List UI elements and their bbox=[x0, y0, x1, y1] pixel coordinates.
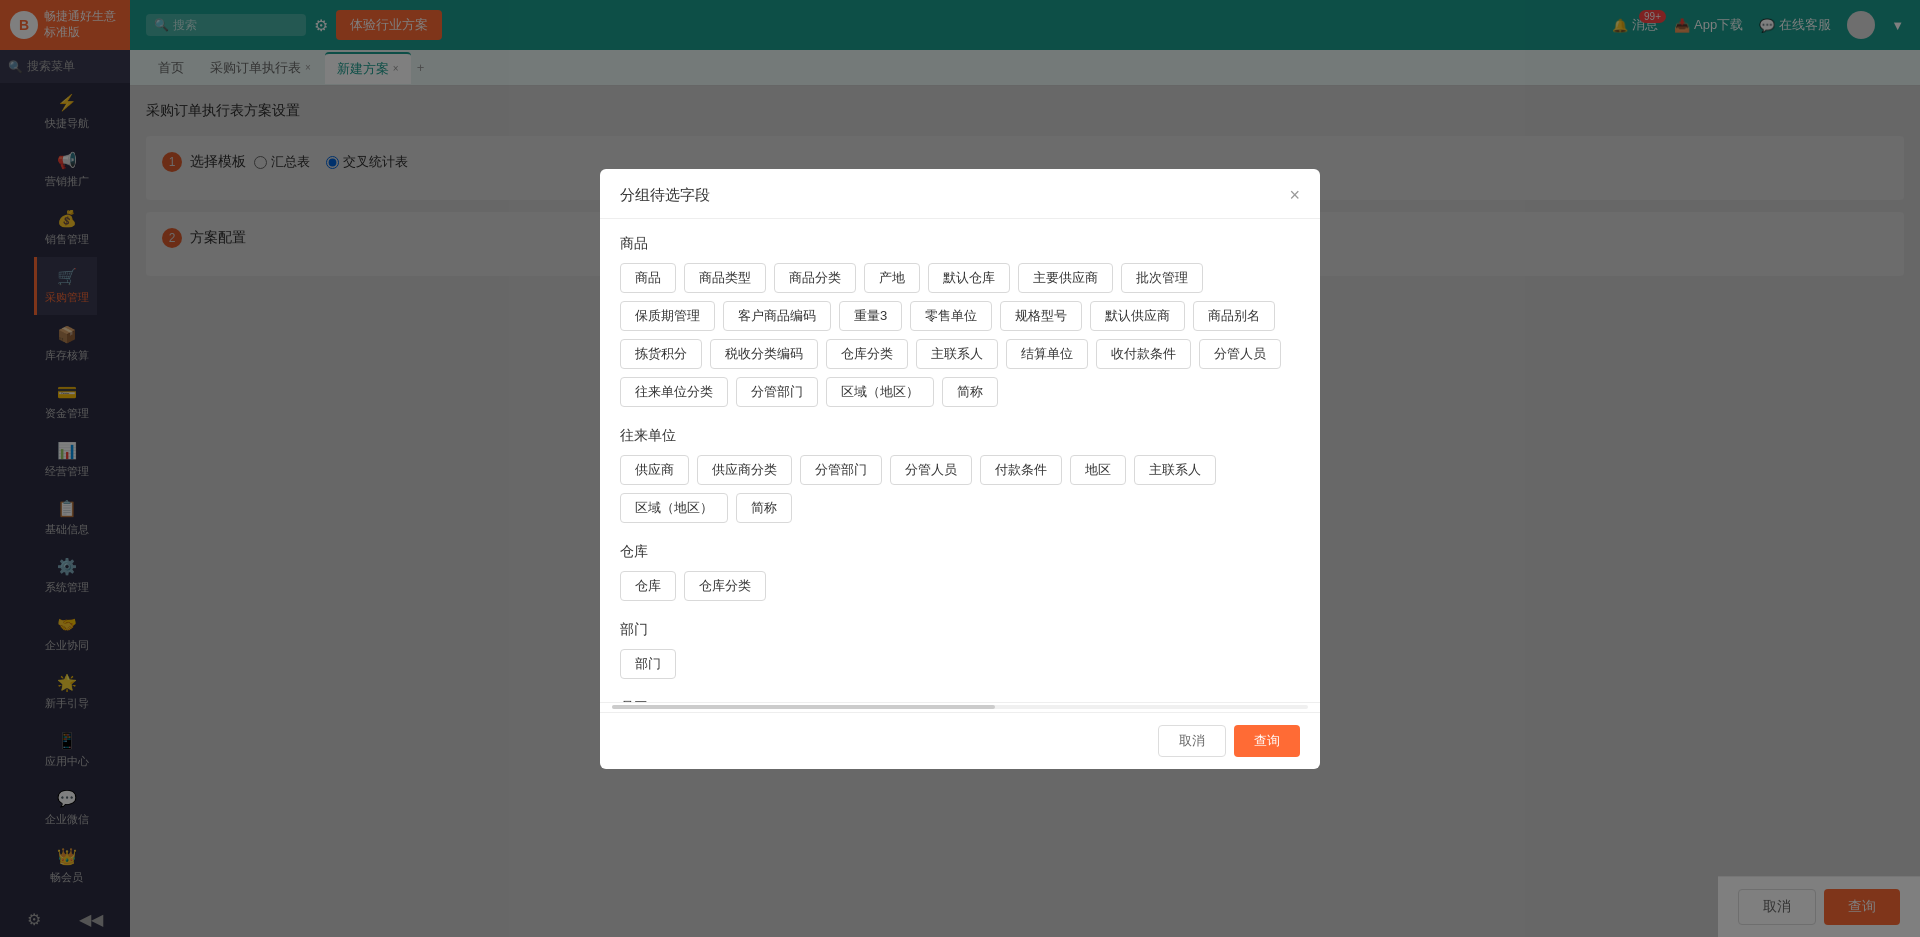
field-tag[interactable]: 税收分类编码 bbox=[710, 339, 818, 369]
field-tag[interactable]: 保质期管理 bbox=[620, 301, 715, 331]
field-tag[interactable]: 商品类型 bbox=[684, 263, 766, 293]
field-group-title-partner: 往来单位 bbox=[620, 427, 1300, 445]
field-tag[interactable]: 分管人员 bbox=[890, 455, 972, 485]
field-tag[interactable]: 主要供应商 bbox=[1018, 263, 1113, 293]
modal-title: 分组待选字段 bbox=[620, 186, 710, 205]
field-tag[interactable]: 分管部门 bbox=[736, 377, 818, 407]
field-tag[interactable]: 区域（地区） bbox=[826, 377, 934, 407]
field-tag[interactable]: 默认供应商 bbox=[1090, 301, 1185, 331]
modal-footer: 取消 查询 bbox=[600, 712, 1320, 769]
field-group-partner: 往来单位供应商供应商分类分管部门分管人员付款条件地区主联系人区域（地区） 简称 bbox=[620, 427, 1300, 523]
field-group-department: 部门部门 bbox=[620, 621, 1300, 679]
field-tag[interactable]: 重量3 bbox=[839, 301, 902, 331]
field-group-title-warehouse: 仓库 bbox=[620, 543, 1300, 561]
field-tag[interactable]: 客户商品编码 bbox=[723, 301, 831, 331]
modal-header: 分组待选字段 × bbox=[600, 169, 1320, 219]
field-tag[interactable]: 主联系人 bbox=[1134, 455, 1216, 485]
field-tag[interactable]: 批次管理 bbox=[1121, 263, 1203, 293]
field-tag[interactable]: 商品别名 bbox=[1193, 301, 1275, 331]
field-tag[interactable]: 部门 bbox=[620, 649, 676, 679]
field-tag[interactable]: 地区 bbox=[1070, 455, 1126, 485]
field-tag[interactable]: 零售单位 bbox=[910, 301, 992, 331]
field-tag[interactable]: 默认仓库 bbox=[928, 263, 1010, 293]
field-tag[interactable]: 规格型号 bbox=[1000, 301, 1082, 331]
field-tag[interactable]: 简称 bbox=[736, 493, 792, 523]
field-tag[interactable]: 商品分类 bbox=[774, 263, 856, 293]
modal-body: 商品商品商品类型商品分类产地默认仓库主要供应商批次管理保质期管理客户商品编码重量… bbox=[600, 219, 1320, 703]
field-tag[interactable]: 分管人员 bbox=[1199, 339, 1281, 369]
field-tag[interactable]: 分管部门 bbox=[800, 455, 882, 485]
field-tag[interactable]: 简称 bbox=[942, 377, 998, 407]
field-tags-product: 商品商品类型商品分类产地默认仓库主要供应商批次管理保质期管理客户商品编码重量3 零… bbox=[620, 263, 1300, 407]
field-tag[interactable]: 仓库分类 bbox=[684, 571, 766, 601]
field-tag[interactable]: 供应商 bbox=[620, 455, 689, 485]
field-tag[interactable]: 收付款条件 bbox=[1096, 339, 1191, 369]
modal-cancel-btn[interactable]: 取消 bbox=[1158, 725, 1226, 757]
field-tag[interactable]: 主联系人 bbox=[916, 339, 998, 369]
field-select-modal: 分组待选字段 × 商品商品商品类型商品分类产地默认仓库主要供应商批次管理保质期管… bbox=[600, 169, 1320, 769]
modal-close-btn[interactable]: × bbox=[1289, 185, 1300, 206]
field-tag[interactable]: 供应商分类 bbox=[697, 455, 792, 485]
field-tag[interactable]: 往来单位分类 bbox=[620, 377, 728, 407]
field-tag[interactable]: 仓库 bbox=[620, 571, 676, 601]
modal-overlay[interactable]: 分组待选字段 × 商品商品商品类型商品分类产地默认仓库主要供应商批次管理保质期管… bbox=[0, 0, 1920, 937]
field-group-product: 商品商品商品类型商品分类产地默认仓库主要供应商批次管理保质期管理客户商品编码重量… bbox=[620, 235, 1300, 407]
field-tag[interactable]: 拣货积分 bbox=[620, 339, 702, 369]
field-tags-partner: 供应商供应商分类分管部门分管人员付款条件地区主联系人区域（地区） 简称 bbox=[620, 455, 1300, 523]
field-tag[interactable]: 商品 bbox=[620, 263, 676, 293]
field-tags-warehouse: 仓库仓库分类 bbox=[620, 571, 1300, 601]
modal-confirm-btn[interactable]: 查询 bbox=[1234, 725, 1300, 757]
field-tag[interactable]: 产地 bbox=[864, 263, 920, 293]
field-group-title-product: 商品 bbox=[620, 235, 1300, 253]
field-tag[interactable]: 结算单位 bbox=[1006, 339, 1088, 369]
field-tag[interactable]: 区域（地区） bbox=[620, 493, 728, 523]
field-group-warehouse: 仓库仓库仓库分类 bbox=[620, 543, 1300, 601]
field-group-title-department: 部门 bbox=[620, 621, 1300, 639]
field-tag[interactable]: 付款条件 bbox=[980, 455, 1062, 485]
field-tag[interactable]: 仓库分类 bbox=[826, 339, 908, 369]
field-tags-department: 部门 bbox=[620, 649, 1300, 679]
